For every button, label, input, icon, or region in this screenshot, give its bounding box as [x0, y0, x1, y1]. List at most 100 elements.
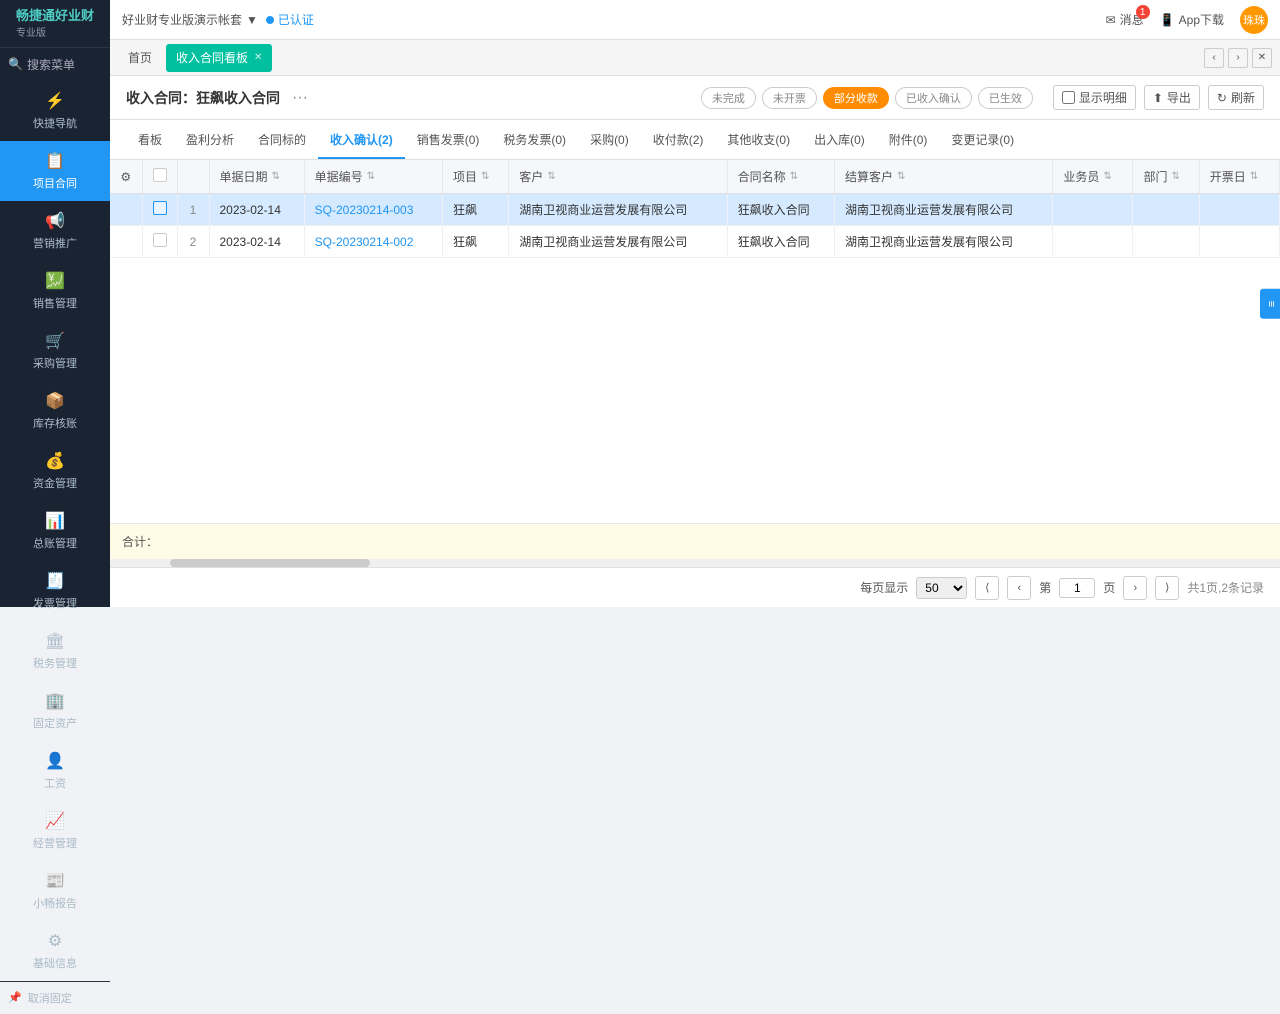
show-detail-checkbox[interactable]: 显示明细	[1053, 85, 1136, 110]
th-checkbox[interactable]	[142, 160, 177, 194]
more-options-button[interactable]: ···	[292, 89, 308, 107]
tab-close-all-button[interactable]: ✕	[1252, 48, 1272, 68]
sidebar-item-quick-nav[interactable]: ⚡ 快捷导航	[0, 81, 110, 141]
sidebar-item-invoice[interactable]: 🧾 发票管理	[0, 561, 110, 621]
sidebar-item-assets[interactable]: 🏢 固定资产	[0, 681, 110, 741]
status-confirmed[interactable]: 已收入确认	[895, 87, 972, 109]
row1-checkbox[interactable]	[142, 194, 177, 226]
quick-nav-icon: ⚡	[45, 91, 65, 111]
subtab-tax-invoice[interactable]: 税务发票(0)	[491, 121, 578, 159]
message-button[interactable]: ✉ 消息 1	[1106, 11, 1144, 28]
cert-label: 已认证	[278, 11, 314, 28]
subtab-other-income[interactable]: 其他收支(0)	[715, 121, 802, 159]
subtab-profit[interactable]: 盈利分析	[174, 121, 246, 159]
sidebar-item-general[interactable]: 📊 总账管理	[0, 501, 110, 561]
tabbar: 首页 收入合同看板 ✕ ‹ › ✕	[110, 40, 1280, 76]
company-selector[interactable]: 好业财专业版演示帐套 ▼	[122, 11, 258, 28]
subtab-purchase[interactable]: 采购(0)	[578, 121, 641, 159]
row2-contract-name: 狂飙收入合同	[727, 226, 834, 258]
status-no-invoice[interactable]: 未开票	[762, 87, 817, 109]
sidebar-item-ops[interactable]: 📈 经营管理	[0, 801, 110, 861]
th-open-date[interactable]: 开票日 ⇅	[1199, 160, 1279, 194]
row2-salesperson	[1053, 226, 1133, 258]
row2-dept	[1133, 226, 1199, 258]
page-size-select[interactable]: 20 50 100	[916, 577, 967, 599]
prev-page-button[interactable]: ‹	[1007, 576, 1031, 600]
th-gear[interactable]: ⚙	[110, 160, 142, 194]
sidebar-item-tax[interactable]: 🏛 税务管理	[0, 621, 110, 681]
tab-close-icon[interactable]: ✕	[254, 52, 262, 63]
subtab-subject[interactable]: 合同标的	[246, 121, 318, 159]
row1-code-link[interactable]: SQ-20230214-003	[315, 203, 414, 217]
sidebar-item-projects[interactable]: 📋 项目合同	[0, 141, 110, 201]
row2-code[interactable]: SQ-20230214-002	[304, 226, 442, 258]
th-customer[interactable]: 客户 ⇅	[509, 160, 727, 194]
row2-checkbox[interactable]	[142, 226, 177, 258]
sidebar-item-basic[interactable]: ⚙ 基础信息	[0, 921, 110, 981]
select-all-checkbox[interactable]	[153, 168, 167, 182]
user-avatar[interactable]: 珠珠	[1240, 6, 1268, 34]
sidebar-item-finance[interactable]: 💰 资金管理	[0, 441, 110, 501]
status-active[interactable]: 已生效	[978, 87, 1033, 109]
subtab-payment[interactable]: 收付款(2)	[641, 121, 716, 159]
th-settle-customer[interactable]: 结算客户 ⇅	[835, 160, 1053, 194]
status-badges: 未完成 未开票 部分收款 已收入确认 已生效	[701, 87, 1033, 109]
basic-icon: ⚙	[48, 931, 62, 951]
subtab-change-log[interactable]: 变更记录(0)	[939, 121, 1026, 159]
last-page-button[interactable]: ⟩	[1155, 576, 1179, 600]
avatar-label: 珠珠	[1243, 12, 1265, 28]
status-partial[interactable]: 部分收款	[823, 87, 889, 109]
th-code[interactable]: 单据编号 ⇅	[304, 160, 442, 194]
row2-code-link[interactable]: SQ-20230214-002	[315, 235, 414, 249]
marketing-icon: 📢	[45, 211, 65, 231]
tabbar-nav: ‹ › ✕	[1204, 48, 1272, 68]
first-page-button[interactable]: ⟨	[975, 576, 999, 600]
th-salesperson[interactable]: 业务员 ⇅	[1053, 160, 1133, 194]
status-incomplete[interactable]: 未完成	[701, 87, 756, 109]
sidebar-item-inventory[interactable]: 📦 库存核账	[0, 381, 110, 441]
horizontal-scrollbar[interactable]	[110, 559, 1280, 567]
refresh-button[interactable]: ↻ 刷新	[1208, 85, 1264, 110]
tab-prev-button[interactable]: ‹	[1204, 48, 1224, 68]
float-action-button[interactable]: ≡	[1260, 288, 1280, 318]
scrollbar-thumb[interactable]	[170, 559, 370, 567]
th-date[interactable]: 单据日期 ⇅	[209, 160, 304, 194]
next-page-button[interactable]: ›	[1123, 576, 1147, 600]
sidebar-item-sales[interactable]: 💹 销售管理	[0, 261, 110, 321]
app-download-button[interactable]: 📱 App下载	[1160, 11, 1224, 28]
show-detail-input[interactable]	[1062, 91, 1075, 104]
subtab-attachments[interactable]: 附件(0)	[877, 121, 940, 159]
sidebar-item-marketing[interactable]: 📢 营销推广	[0, 201, 110, 261]
per-page-label: 每页显示	[860, 579, 908, 596]
tab-next-button[interactable]: ›	[1228, 48, 1248, 68]
page-input[interactable]	[1059, 578, 1095, 598]
main-content: 好业财专业版演示帐套 ▼ 已认证 ✉ 消息 1 📱 App下载 珠珠	[110, 0, 1280, 607]
search-menu[interactable]: 🔍 搜索菜单	[0, 48, 110, 81]
unpin-button[interactable]: 📌 取消固定	[0, 982, 110, 1014]
table-row[interactable]: 1 2023-02-14 SQ-20230214-003 狂飙 湖南卫视商业运营…	[110, 194, 1280, 226]
subtab-sales-invoice[interactable]: 销售发票(0)	[405, 121, 492, 159]
subtab-kanban[interactable]: 看板	[126, 121, 174, 159]
sidebar-item-hr[interactable]: 👤 工资	[0, 741, 110, 801]
project-sort-icon: ⇅	[481, 171, 489, 182]
message-icon: ✉	[1106, 13, 1116, 27]
total-label: 合计：	[122, 533, 158, 550]
sidebar-bottom: 📌 取消固定	[0, 981, 110, 1014]
salesperson-sort-icon: ⇅	[1103, 171, 1111, 182]
th-project[interactable]: 项目 ⇅	[442, 160, 508, 194]
export-button[interactable]: ⬆ 导出	[1144, 85, 1200, 110]
sidebar-item-reports[interactable]: 📰 小畅报告	[0, 861, 110, 921]
finance-label: 资金管理	[33, 475, 77, 491]
table-row[interactable]: 2 2023-02-14 SQ-20230214-002 狂飙 湖南卫视商业运营…	[110, 226, 1280, 258]
th-contract-name[interactable]: 合同名称 ⇅	[727, 160, 834, 194]
row1-salesperson	[1053, 194, 1133, 226]
sidebar-item-purchase[interactable]: 🛒 采购管理	[0, 321, 110, 381]
subtab-warehouse[interactable]: 出入库(0)	[802, 121, 877, 159]
tab-income-contract[interactable]: 收入合同看板 ✕	[166, 44, 272, 72]
subtab-revenue-confirm[interactable]: 收入确认(2)	[318, 121, 405, 159]
th-dept[interactable]: 部门 ⇅	[1133, 160, 1199, 194]
general-icon: 📊	[45, 511, 65, 531]
quick-nav-label: 快捷导航	[33, 115, 77, 131]
tab-home[interactable]: 首页	[118, 44, 162, 72]
row1-code[interactable]: SQ-20230214-003	[304, 194, 442, 226]
